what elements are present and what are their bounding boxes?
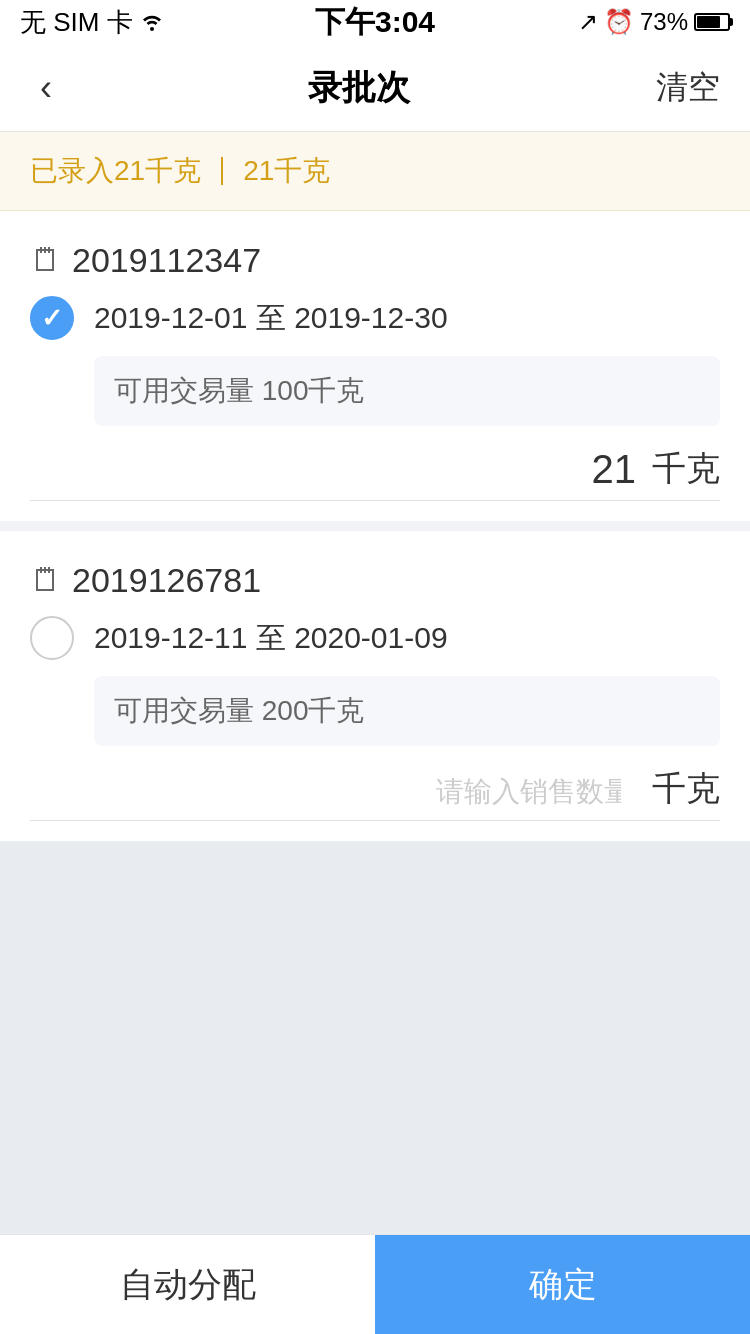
batch-header-2: 🗒 2019126781 <box>30 561 720 600</box>
radio-button-2[interactable] <box>30 616 74 660</box>
recorded-label: 已录入21千克 <box>30 152 201 190</box>
section-divider <box>0 521 750 531</box>
radio-button-1[interactable] <box>30 296 74 340</box>
nav-title: 录批次 <box>308 65 410 111</box>
batch-id-2: 2019126781 <box>72 561 261 600</box>
gray-area <box>0 841 750 1281</box>
batch-item-1: 🗒 2019112347 2019-12-01 至 2019-12-30 可用交… <box>0 211 750 521</box>
back-button[interactable]: ‹ <box>30 57 62 119</box>
qty-input-row-2[interactable]: 千克 <box>30 766 720 821</box>
clear-button[interactable]: 清空 <box>656 66 720 110</box>
location-icon: ↗ <box>578 8 598 36</box>
status-carrier: 无 SIM 卡 <box>20 5 163 40</box>
batch-date-1: 2019-12-01 至 2019-12-30 <box>94 298 448 339</box>
batch-header-1: 🗒 2019112347 <box>30 241 720 280</box>
qty-unit-2: 千克 <box>652 766 720 812</box>
battery-percent: 73% <box>640 8 688 36</box>
carrier-text: 无 SIM 卡 <box>20 5 133 40</box>
doc-icon-2: 🗒 <box>30 562 62 599</box>
wifi-icon <box>141 13 163 31</box>
qty-unit-1: 千克 <box>652 446 720 492</box>
info-divider <box>221 157 223 185</box>
battery-icon <box>694 13 730 31</box>
bottom-bar: 自动分配 确定 <box>0 1234 750 1334</box>
status-time: 下午3:04 <box>315 2 435 43</box>
qty-input-row-1: 21 千克 <box>30 446 720 501</box>
alarm-icon: ⏰ <box>604 8 634 36</box>
status-right: ↗ ⏰ 73% <box>578 8 730 36</box>
batch-date-2: 2019-12-11 至 2020-01-09 <box>94 618 448 659</box>
nav-bar: ‹ 录批次 清空 <box>0 44 750 132</box>
qty-input-2[interactable] <box>436 770 636 809</box>
available-qty-2: 可用交易量 200千克 <box>94 676 720 746</box>
batch-date-row-1: 2019-12-01 至 2019-12-30 <box>30 296 720 340</box>
confirm-button[interactable]: 确定 <box>375 1235 750 1334</box>
batch-id-1: 2019112347 <box>72 241 261 280</box>
status-bar: 无 SIM 卡 下午3:04 ↗ ⏰ 73% <box>0 0 750 44</box>
batch-date-row-2: 2019-12-11 至 2020-01-09 <box>30 616 720 660</box>
available-qty-1: 可用交易量 100千克 <box>94 356 720 426</box>
doc-icon-1: 🗒 <box>30 242 62 279</box>
auto-distribute-button[interactable]: 自动分配 <box>0 1235 375 1334</box>
total-label: 21千克 <box>243 152 330 190</box>
batch-item-2: 🗒 2019126781 2019-12-11 至 2020-01-09 可用交… <box>0 531 750 841</box>
info-banner: 已录入21千克 21千克 <box>0 132 750 211</box>
qty-value-1: 21 <box>592 447 637 492</box>
